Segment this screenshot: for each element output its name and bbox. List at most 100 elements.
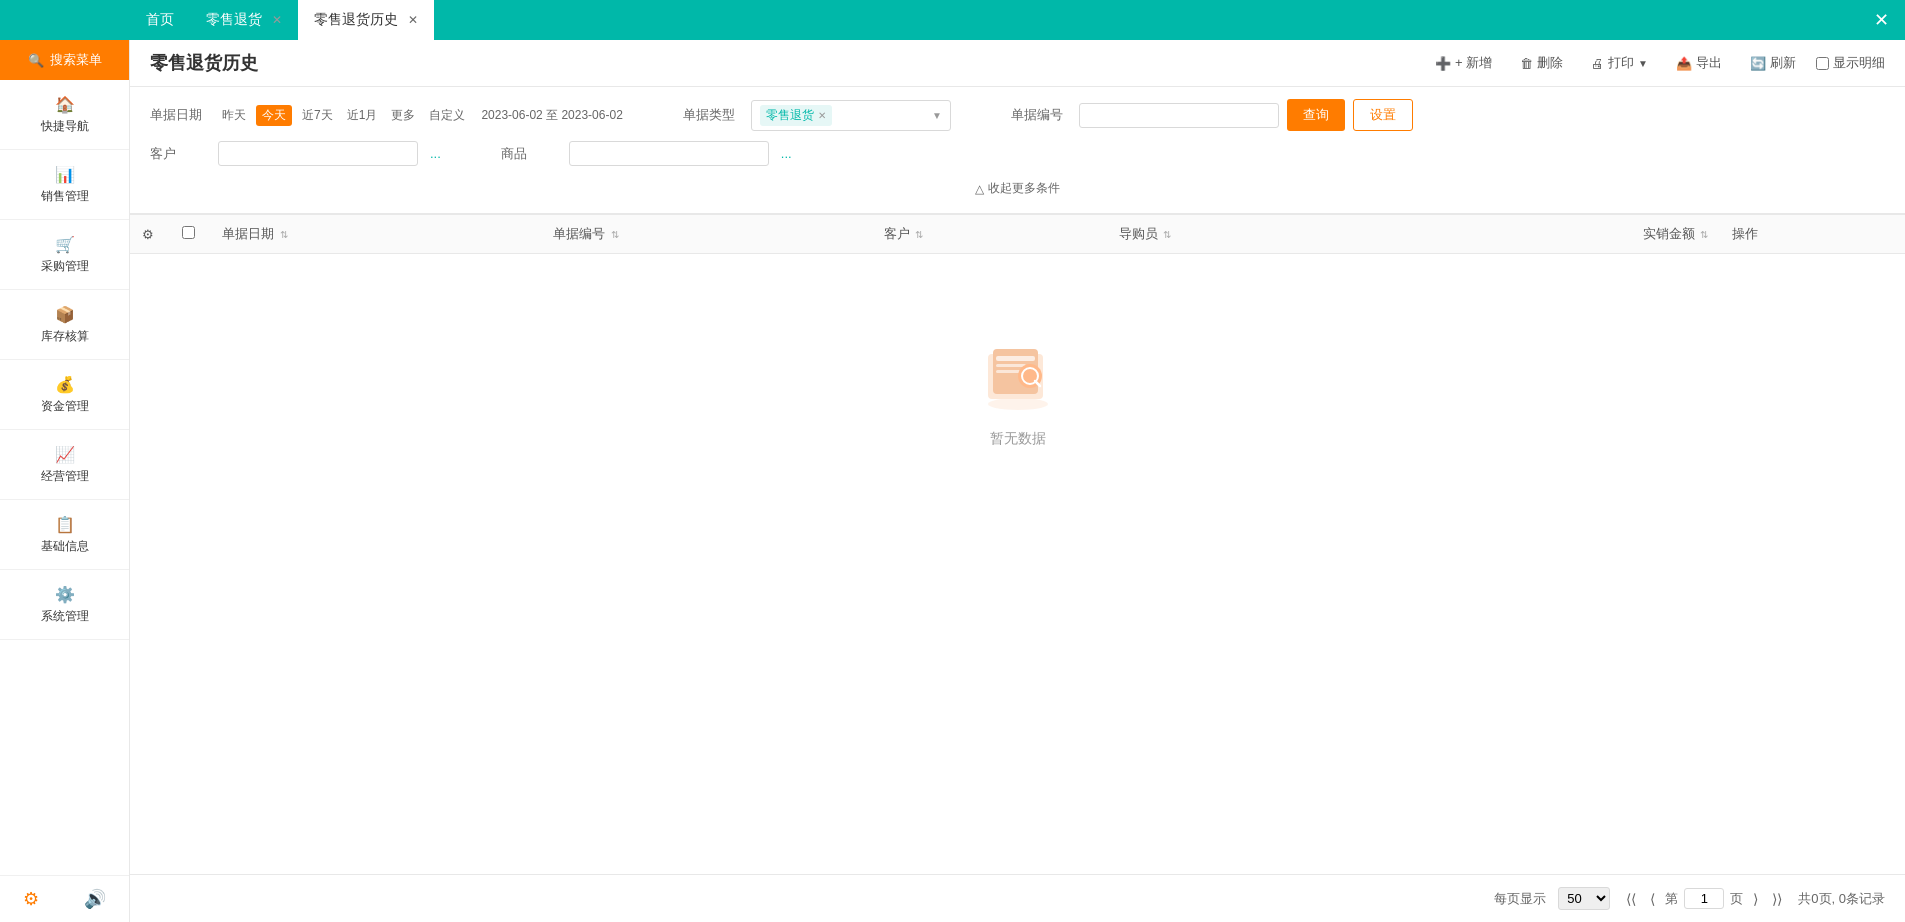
- last7days-btn[interactable]: 近7天: [298, 105, 337, 126]
- page-header: 零售退货历史 ➕ + 新增 🗑 删除 🖨 打印 ▼ 📤 导出: [130, 40, 1905, 87]
- sidebar-item-inventory[interactable]: 📦 库存核算: [0, 290, 129, 360]
- top-tab-bar: 首页 零售退货 ✕ 零售退货历史 ✕ ✕: [0, 0, 1905, 40]
- page-title: 零售退货历史: [150, 51, 258, 75]
- th-date-label: 单据日期: [222, 226, 274, 241]
- page-input[interactable]: [1684, 888, 1724, 909]
- sidebar-item-quick-nav[interactable]: 🏠 快捷导航: [0, 80, 129, 150]
- print-button[interactable]: 🖨 打印 ▼: [1583, 50, 1656, 76]
- audio-icon[interactable]: 🔊: [84, 888, 106, 910]
- sidebar-search[interactable]: 🔍 搜索菜单: [0, 40, 129, 80]
- sidebar-item-sales-mgmt[interactable]: 📊 销售管理: [0, 150, 129, 220]
- goods-input[interactable]: [569, 141, 769, 166]
- customer-input[interactable]: [218, 141, 418, 166]
- customer-ellipsis[interactable]: ...: [430, 146, 441, 161]
- th-customer-label: 客户: [884, 226, 910, 241]
- th-action: 操作: [1720, 215, 1905, 254]
- sidebar: 🔍 搜索菜单 🏠 快捷导航 📊 销售管理 🛒 采购管理 📦 库存核算 💰 资金管…: [0, 40, 130, 922]
- table-area: ⚙ 单据日期 ⇅ 单据编号 ⇅: [130, 214, 1905, 874]
- sidebar-item-system[interactable]: ⚙️ 系统管理: [0, 570, 129, 640]
- last1month-btn[interactable]: 近1月: [343, 105, 382, 126]
- tab-retail-return-history-close[interactable]: ✕: [408, 13, 418, 27]
- next-page-btn[interactable]: ⟩: [1749, 889, 1762, 909]
- svg-point-0: [988, 398, 1048, 410]
- filter-area: 单据日期 昨天 今天 近7天 近1月 更多 自定义 2023-06-02 至 2…: [130, 87, 1905, 214]
- customer-sort-icon: ⇅: [915, 229, 923, 240]
- sidebar-item-system-label: 系统管理: [41, 608, 89, 625]
- sidebar-item-base-info[interactable]: 📋 基础信息: [0, 500, 129, 570]
- system-icon: ⚙️: [55, 584, 75, 604]
- sidebar-item-operations-label: 经营管理: [41, 468, 89, 485]
- sidebar-item-sales-label: 销售管理: [41, 188, 89, 205]
- sidebar-item-base-info-label: 基础信息: [41, 538, 89, 555]
- th-amount[interactable]: 实销金额 ⇅: [1390, 215, 1721, 254]
- new-button[interactable]: ➕ + 新增: [1427, 50, 1500, 76]
- display-checkbox[interactable]: [1816, 57, 1829, 70]
- tab-retail-return[interactable]: 零售退货 ✕: [190, 0, 298, 40]
- sales-mgmt-icon: 📊: [55, 164, 75, 184]
- inventory-icon: 📦: [55, 304, 75, 324]
- svg-rect-4: [996, 364, 1026, 367]
- settings-bottom-icon[interactable]: ⚙: [23, 888, 39, 910]
- th-customer[interactable]: 客户 ⇅: [872, 215, 1107, 254]
- empty-illustration: [968, 334, 1068, 414]
- tab-retail-return-history[interactable]: 零售退货历史 ✕: [298, 0, 434, 40]
- delete-icon: 🗑: [1520, 56, 1533, 71]
- customer-filter-group: 客户 ...: [150, 141, 441, 166]
- doc-number-input[interactable]: [1079, 103, 1279, 128]
- query-button[interactable]: 查询: [1287, 99, 1345, 131]
- amount-sort-icon: ⇅: [1700, 229, 1708, 240]
- th-guide[interactable]: 导购员 ⇅: [1107, 215, 1390, 254]
- sidebar-item-inventory-label: 库存核算: [41, 328, 89, 345]
- sidebar-item-purchase-mgmt[interactable]: 🛒 采购管理: [0, 220, 129, 290]
- page-suffix: 页: [1730, 890, 1743, 908]
- last-page-btn[interactable]: ⟩⟩: [1768, 889, 1786, 909]
- collapse-button[interactable]: △ 收起更多条件: [963, 176, 1072, 201]
- custom-btn[interactable]: 自定义: [425, 105, 469, 126]
- th-settings[interactable]: ⚙: [130, 215, 170, 254]
- settings-button[interactable]: 设置: [1353, 99, 1413, 131]
- customer-label: 客户: [150, 145, 210, 163]
- total-info: 共0页, 0条记录: [1798, 890, 1885, 908]
- doc-number-label: 单据编号: [1011, 106, 1071, 124]
- first-page-btn[interactable]: ⟨⟨: [1622, 889, 1640, 909]
- th-amount-label: 实销金额: [1643, 226, 1695, 241]
- th-action-label: 操作: [1732, 226, 1758, 241]
- doc-type-tag-close[interactable]: ✕: [818, 110, 826, 121]
- column-settings-icon[interactable]: ⚙: [142, 227, 154, 242]
- filter-row-2: 客户 ... 商品 ...: [150, 141, 1885, 166]
- delete-button[interactable]: 🗑 删除: [1512, 50, 1571, 76]
- today-btn[interactable]: 今天: [256, 105, 292, 126]
- print-label: 打印: [1608, 54, 1634, 72]
- page-size-select[interactable]: 10 20 50 100: [1558, 887, 1610, 910]
- th-date[interactable]: 单据日期 ⇅: [210, 215, 541, 254]
- tab-home[interactable]: 首页: [130, 0, 190, 40]
- date-sort-icon: ⇅: [280, 229, 288, 240]
- refresh-button[interactable]: 🔄 刷新: [1742, 50, 1804, 76]
- page-label: 第: [1665, 890, 1678, 908]
- yesterday-btn[interactable]: 昨天: [218, 105, 250, 126]
- doc-type-label: 单据类型: [683, 106, 743, 124]
- display-toggle[interactable]: 显示明细: [1816, 54, 1885, 72]
- close-window-icon[interactable]: ✕: [1874, 9, 1889, 31]
- sidebar-item-finance[interactable]: 💰 资金管理: [0, 360, 129, 430]
- more-btn[interactable]: 更多: [387, 105, 419, 126]
- export-button[interactable]: 📤 导出: [1668, 50, 1730, 76]
- refresh-label: 刷新: [1770, 54, 1796, 72]
- doc-type-tag: 零售退货 ✕: [760, 105, 832, 126]
- th-number[interactable]: 单据编号 ⇅: [541, 215, 872, 254]
- tab-retail-return-label: 零售退货: [206, 11, 262, 29]
- th-number-label: 单据编号: [553, 226, 605, 241]
- th-checkbox[interactable]: [170, 215, 210, 254]
- tab-retail-return-close[interactable]: ✕: [272, 13, 282, 27]
- doc-type-tag-text: 零售退货: [766, 107, 814, 124]
- new-label: + 新增: [1455, 54, 1492, 72]
- goods-ellipsis[interactable]: ...: [781, 146, 792, 161]
- data-table: ⚙ 单据日期 ⇅ 单据编号 ⇅: [130, 214, 1905, 254]
- display-label: 显示明细: [1833, 54, 1885, 72]
- select-all-checkbox[interactable]: [182, 226, 195, 239]
- prev-page-btn[interactable]: ⟨: [1646, 889, 1659, 909]
- sidebar-item-operations[interactable]: 📈 经营管理: [0, 430, 129, 500]
- th-guide-label: 导购员: [1119, 226, 1158, 241]
- page-nav: ⟨⟨ ⟨ 第 页 ⟩ ⟩⟩: [1622, 888, 1786, 909]
- doc-type-select[interactable]: 零售退货 ✕ ▼: [751, 100, 951, 131]
